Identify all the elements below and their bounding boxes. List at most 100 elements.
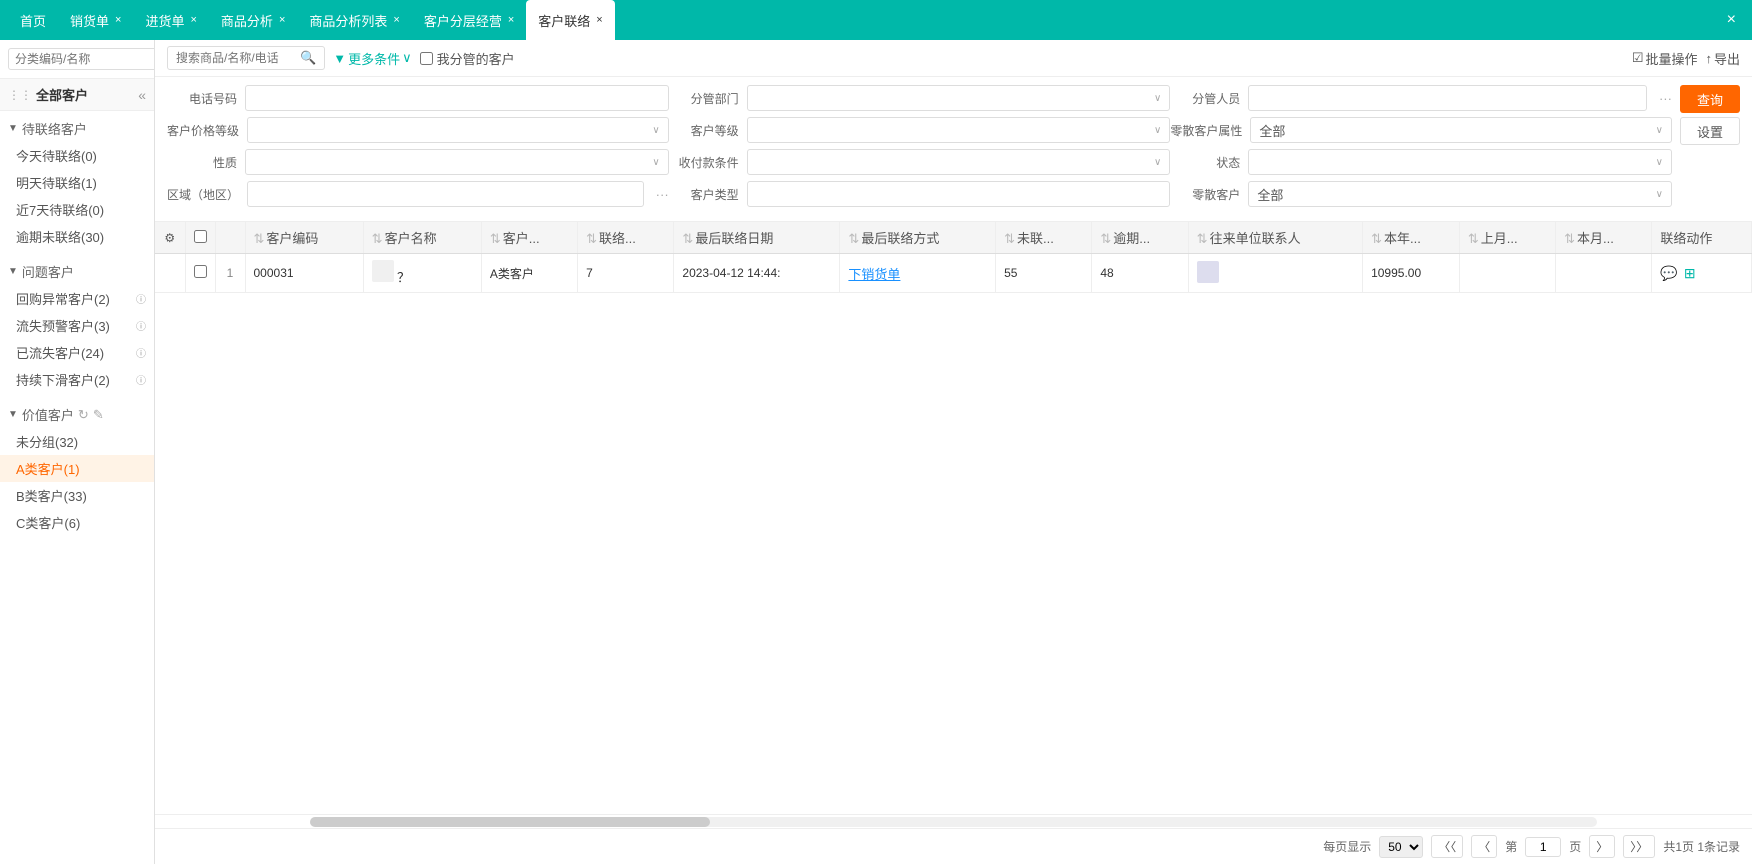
nav-tab-customer-mgmt[interactable]: 客户分层经营 × bbox=[412, 0, 526, 40]
nav-close-customer-contact[interactable]: × bbox=[596, 14, 602, 26]
nav-close-analysis-list[interactable]: × bbox=[393, 14, 399, 26]
chevron-down-icon: ∨ bbox=[402, 50, 412, 66]
nav-close-sales[interactable]: × bbox=[115, 14, 121, 26]
table-header-code[interactable]: ⇅客户编码 bbox=[245, 222, 363, 254]
sidebar-item-declining-label: 持续下滑客户(2) bbox=[16, 370, 110, 389]
more-icon-person[interactable]: ··· bbox=[1659, 91, 1672, 106]
filter-select-price-level[interactable]: ∨ bbox=[247, 117, 669, 143]
table-header-name[interactable]: ⇅客户名称 bbox=[363, 222, 481, 254]
table-header-gear[interactable]: ⚙ bbox=[155, 222, 185, 254]
sort-sep-overdue: ⇅ bbox=[1100, 231, 1111, 246]
horizontal-scrollbar-thumb[interactable] bbox=[310, 817, 710, 827]
sort-sep-year: ⇅ bbox=[1371, 231, 1382, 246]
last-page-button[interactable]: 〉〉 bbox=[1623, 835, 1655, 858]
table-header-this-year[interactable]: ⇅本年... bbox=[1363, 222, 1460, 254]
chevron-status-icon: ∨ bbox=[1656, 157, 1663, 168]
table-header-code-label: 客户编码 bbox=[266, 231, 318, 246]
setting-button[interactable]: 设置 bbox=[1680, 117, 1740, 145]
refresh-icon[interactable]: ↻ bbox=[78, 407, 89, 423]
filter-select-dept[interactable]: ∨ bbox=[747, 85, 1171, 111]
nav-tab-analysis-list[interactable]: 商品分析列表 × bbox=[297, 0, 411, 40]
filter-input-region[interactable] bbox=[247, 181, 644, 207]
nav-tab-customer-contact[interactable]: 客户联络 × bbox=[526, 0, 614, 40]
sidebar-item-tomorrow[interactable]: 明天待联络(1) bbox=[0, 169, 154, 196]
arrow-down-icon: ▼ bbox=[8, 123, 18, 134]
table-header-last-month[interactable]: ⇅上月... bbox=[1459, 222, 1555, 254]
row-contact-count: 7 bbox=[578, 254, 674, 293]
filter-input-customer-type[interactable] bbox=[747, 181, 1171, 207]
chat-icon[interactable]: 💬 bbox=[1660, 265, 1677, 282]
qr-icon[interactable]: ⊞ bbox=[1684, 265, 1696, 282]
sidebar-item-churn-warning[interactable]: 流失预警客户(3) ⓘ bbox=[0, 312, 154, 339]
row-last-method[interactable]: 下销货单 bbox=[840, 254, 996, 293]
nav-tab-sales[interactable]: 销货单 × bbox=[58, 0, 133, 40]
table-header-this-month[interactable]: ⇅本月... bbox=[1556, 222, 1652, 254]
sidebar-item-unclassified[interactable]: 未分组(32) bbox=[0, 428, 154, 455]
nav-close-analysis[interactable]: × bbox=[279, 14, 285, 26]
search-input[interactable] bbox=[176, 51, 296, 65]
filter-select-scattered-attr[interactable]: 全部 ∨ bbox=[1250, 117, 1672, 143]
my-customer-checkbox[interactable] bbox=[420, 52, 433, 65]
pagination: 每页显示 50 〈〈 〈 第 页 〉 〉〉 共1页 1条记录 bbox=[155, 828, 1752, 864]
sidebar-group-pending-title[interactable]: ▼ 待联络客户 bbox=[0, 115, 154, 142]
table-header-last-date[interactable]: ⇅最后联络日期 bbox=[674, 222, 840, 254]
sidebar-item-overdue[interactable]: 逾期未联络(30) bbox=[0, 223, 154, 250]
next-page-button[interactable]: 〉 bbox=[1589, 835, 1615, 858]
row-checkbox[interactable] bbox=[194, 265, 207, 278]
sidebar-group-value-title[interactable]: ▼ 价值客户 ↻ ✎ bbox=[0, 401, 154, 428]
sidebar-item-declining[interactable]: 持续下滑客户(2) ⓘ bbox=[0, 366, 154, 393]
table-header-check[interactable] bbox=[185, 222, 215, 254]
table-header-customer-type[interactable]: ⇅客户... bbox=[481, 222, 577, 254]
nav-close-purchase[interactable]: × bbox=[190, 14, 196, 26]
table-header-last-method[interactable]: ⇅最后联络方式 bbox=[840, 222, 996, 254]
sidebar-collapse-icon[interactable]: « bbox=[138, 87, 146, 103]
per-page-select[interactable]: 50 bbox=[1379, 836, 1423, 858]
horizontal-scrollbar-track[interactable] bbox=[310, 817, 1597, 827]
filter-select-payment[interactable]: ∨ bbox=[747, 149, 1171, 175]
customer-name: ？ bbox=[397, 270, 410, 285]
filter-input-phone[interactable] bbox=[245, 85, 669, 111]
nav-analysis-label: 商品分析 bbox=[221, 11, 273, 30]
last-method-link[interactable]: 下销货单 bbox=[848, 267, 900, 282]
filter-input-person[interactable] bbox=[1248, 85, 1647, 111]
filter-select-nature[interactable]: ∨ bbox=[245, 149, 669, 175]
search-icon[interactable]: 🔍 bbox=[300, 50, 316, 66]
sidebar-item-today[interactable]: 今天待联络(0) bbox=[0, 142, 154, 169]
row-code: 000031 bbox=[245, 254, 363, 293]
nav-tab-purchase[interactable]: 进货单 × bbox=[133, 0, 208, 40]
table-header-this-month-label: 本月... bbox=[1577, 231, 1614, 246]
query-button[interactable]: 查询 bbox=[1680, 85, 1740, 113]
nav-tab-analysis[interactable]: 商品分析 × bbox=[209, 0, 297, 40]
sidebar-search-input[interactable] bbox=[8, 48, 155, 70]
close-all-tabs-button[interactable]: × bbox=[1719, 11, 1744, 29]
prev-page-button[interactable]: 〈 bbox=[1471, 835, 1497, 858]
select-all-checkbox[interactable] bbox=[194, 230, 207, 243]
page-input[interactable] bbox=[1525, 837, 1561, 857]
export-button[interactable]: ↑ 导出 bbox=[1705, 49, 1740, 68]
filter-select-status[interactable]: ∨ bbox=[1248, 149, 1672, 175]
sidebar-item-repurchase-abnormal[interactable]: 回购异常客户(2) ⓘ bbox=[0, 285, 154, 312]
sidebar-item-churned[interactable]: 已流失客户(24) ⓘ bbox=[0, 339, 154, 366]
sidebar-item-class-c[interactable]: C类客户(6) bbox=[0, 509, 154, 536]
table-header-overdue[interactable]: ⇅逾期... bbox=[1092, 222, 1188, 254]
edit-icon[interactable]: ✎ bbox=[93, 407, 104, 423]
info-icon-4: ⓘ bbox=[136, 372, 146, 387]
table-header-no-contact[interactable]: ⇅未联... bbox=[996, 222, 1092, 254]
filter-select-customer-level[interactable]: ∨ bbox=[747, 117, 1171, 143]
nav-tab-home[interactable]: 首页 bbox=[8, 0, 58, 40]
row-check[interactable] bbox=[185, 254, 215, 293]
first-page-button[interactable]: 〈〈 bbox=[1431, 835, 1463, 858]
table-header-contact-count[interactable]: ⇅联络... bbox=[578, 222, 674, 254]
batch-operation-button[interactable]: ☑ 批量操作 bbox=[1632, 49, 1698, 68]
more-filter-button[interactable]: ▼ 更多条件 ∨ bbox=[333, 49, 411, 68]
sort-sep-lmonth: ⇅ bbox=[1468, 231, 1479, 246]
table-header-contact-person[interactable]: ⇅往来单位联系人 bbox=[1188, 222, 1362, 254]
sidebar-item-7days[interactable]: 近7天待联络(0) bbox=[0, 196, 154, 223]
sidebar-item-class-b[interactable]: B类客户(33) bbox=[0, 482, 154, 509]
filter-select-scattered[interactable]: 全部 ∨ bbox=[1248, 181, 1672, 207]
sidebar-group-problem-title[interactable]: ▼ 问题客户 bbox=[0, 258, 154, 285]
more-icon-region[interactable]: ··· bbox=[656, 187, 669, 202]
nav-close-customer-mgmt[interactable]: × bbox=[508, 14, 514, 26]
sort-sep-code: ⇅ bbox=[254, 231, 265, 246]
sidebar-item-class-a[interactable]: A类客户(1) bbox=[0, 455, 154, 482]
